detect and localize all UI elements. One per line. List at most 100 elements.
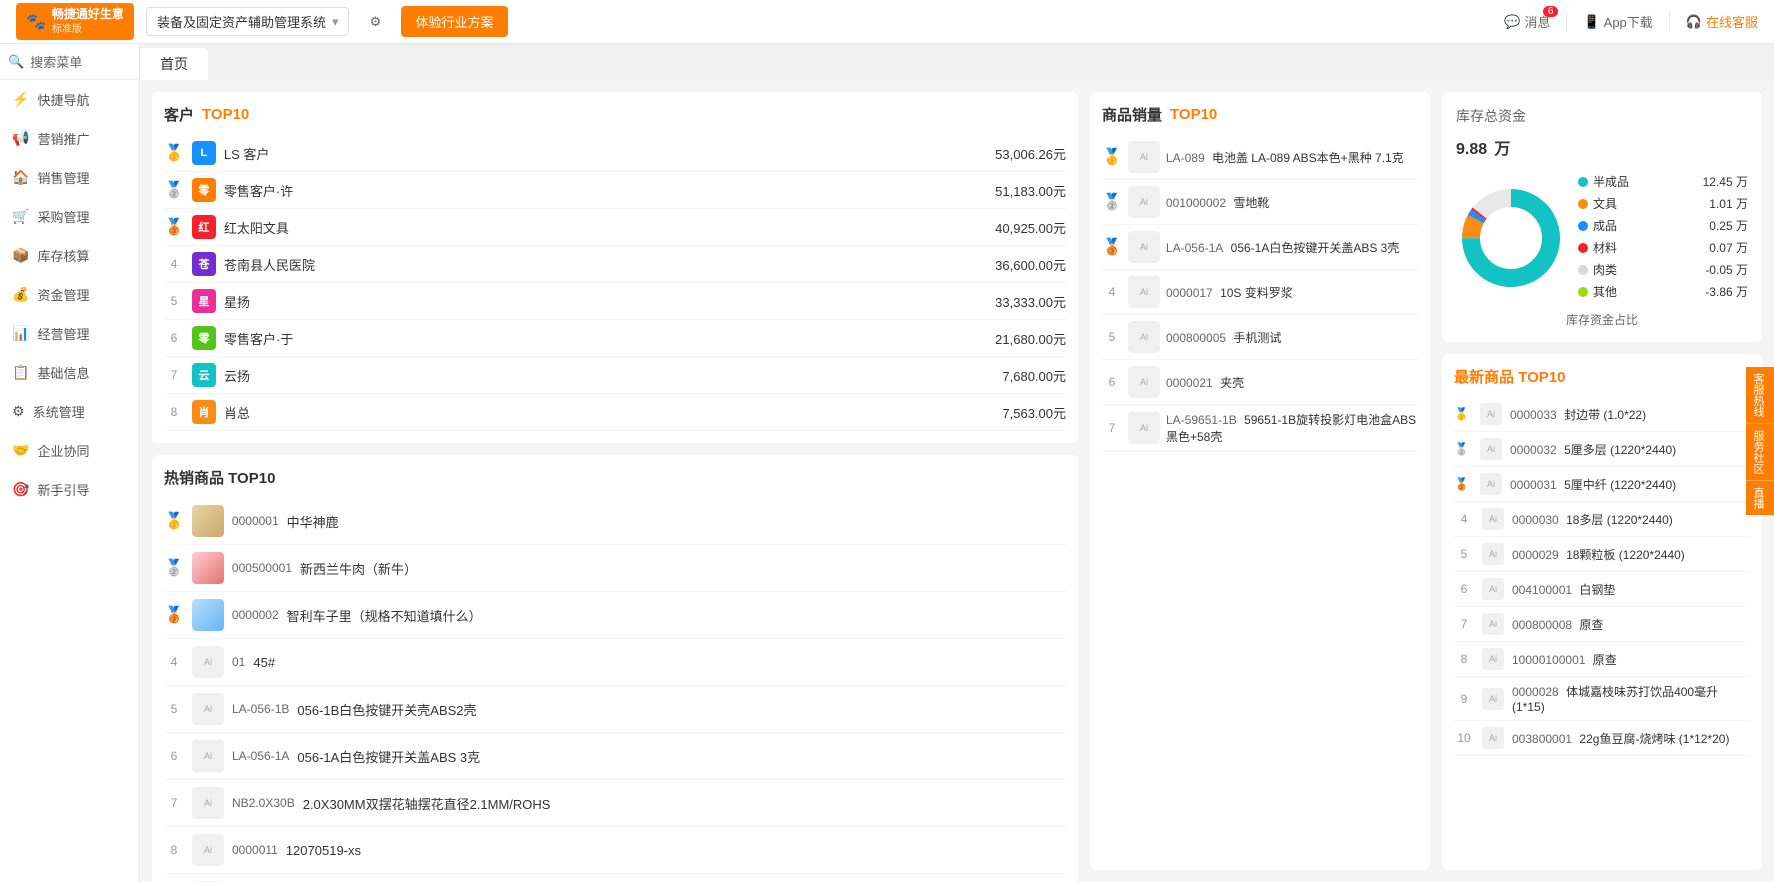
- list-item: 🥈 000500001 新西兰牛肉（新牛）: [164, 545, 1066, 592]
- legend-item: 半成品 12.45 万: [1578, 173, 1748, 190]
- tab-home[interactable]: 首页: [140, 48, 208, 80]
- product-icon: Ai: [1482, 508, 1504, 530]
- table-row: 🥇 Ai LA-089 电池盖 LA-089 ABS本色+黑种 7.1克: [1102, 135, 1418, 180]
- avatar: 肖: [192, 400, 216, 424]
- list-item: 10 Ai 003800001 22g鱼豆腐-烧烤味 (1*12*20): [1454, 721, 1750, 756]
- cs-hotline-button[interactable]: 客服热线: [1746, 367, 1774, 424]
- customer-ranking-card: 客户 TOP10 🥇 L LS 客户 53,006.26元: [152, 92, 1078, 443]
- table-row: 6 Ai 0000021 夹壳: [1102, 360, 1418, 405]
- medal-icon: 🥉: [1102, 237, 1122, 257]
- customer-amount: 7,563.00元: [1002, 403, 1066, 422]
- sidebar-item-purchase[interactable]: 🛒 采购管理: [0, 197, 139, 236]
- app-download-item[interactable]: 📱 App下载: [1583, 12, 1652, 31]
- online-service-item[interactable]: 🎧 在线客服: [1686, 12, 1758, 31]
- legend-dot: [1578, 243, 1588, 253]
- logo-text: 畅捷通好生意 标准版: [52, 7, 124, 36]
- sidebar-label-purchase: 采购管理: [37, 207, 89, 226]
- cs-community-button[interactable]: 服务社区: [1746, 424, 1774, 481]
- list-item: 6 Ai 004100001 白钢垫: [1454, 572, 1750, 607]
- list-item: 9 Ai KK-SD22110H 花语萌恒温分腿睡袋（厚款）: [164, 874, 1066, 882]
- sidebar-item-system[interactable]: ⚙ 系统管理: [0, 392, 139, 431]
- medal-icon: 🥉: [1454, 477, 1472, 491]
- table-row: 6 零 零售客户·于 21,680.00元: [164, 320, 1066, 357]
- cs-live-button[interactable]: 直播: [1746, 481, 1774, 515]
- product-icon: Ai: [1482, 648, 1504, 670]
- quick-nav-icon: ⚡: [12, 91, 29, 108]
- sidebar-item-guide[interactable]: 🎯 新手引导: [0, 470, 139, 509]
- customer-amount: 51,183.00元: [995, 181, 1066, 200]
- system-selector[interactable]: 装备及固定资产辅助管理系统 ▾: [146, 7, 350, 36]
- sidebar-item-cooperation[interactable]: 🤝 企业协同: [0, 431, 139, 470]
- avatar: 红: [192, 215, 216, 239]
- sidebar-label-guide: 新手引导: [37, 480, 89, 499]
- message-badge: 6: [1543, 6, 1559, 17]
- service-icon: 🎧: [1686, 14, 1702, 30]
- nav-tabs: 首页: [140, 44, 1774, 80]
- sidebar-item-marketing[interactable]: 📢 营销推广: [0, 119, 139, 158]
- list-item: 8 Ai 0000011 12070519-xs: [164, 827, 1066, 874]
- product-icon: Ai: [1480, 473, 1502, 495]
- sidebar-item-basic-info[interactable]: 📋 基础信息: [0, 353, 139, 392]
- chart-area: 半成品 12.45 万 文具 1.01 万 成品 0: [1456, 173, 1748, 305]
- list-item: 🥈 Ai 0000032 5厘多层 (1220*2440): [1454, 432, 1750, 467]
- product-image: Ai: [1128, 141, 1160, 173]
- logo-icon: 🐾: [26, 12, 46, 32]
- sidebar-item-operations[interactable]: 📊 经营管理: [0, 314, 139, 353]
- main-layout: 🔍 搜索菜单 ⚡ 快捷导航 📢 营销推广 🏠 销售管理 🛒 采购管理 📦 库存核…: [0, 44, 1774, 882]
- legend-item: 肉类 -0.05 万: [1578, 261, 1748, 278]
- avatar: 星: [192, 289, 216, 313]
- customer-amount: 33,333.00元: [995, 292, 1066, 311]
- product-image: Ai: [1128, 231, 1160, 263]
- medal-icon: 🥈: [164, 180, 184, 200]
- trial-button[interactable]: 体验行业方案: [401, 6, 507, 37]
- legend-item: 其他 -3.86 万: [1578, 283, 1748, 300]
- customer-name: 零售客户·许: [224, 181, 987, 200]
- inventory-icon: 📦: [12, 247, 29, 264]
- online-service-label: 在线客服: [1706, 12, 1758, 31]
- product-icon: Ai: [1482, 543, 1504, 565]
- product-icon: Ai: [1482, 727, 1504, 749]
- list-item: 6 Ai LA-056-1A 056-1A白色按键开关盖ABS 3克: [164, 733, 1066, 780]
- hot-products-card: 热销商品 TOP10 🥇 0000001 中华神鹿 🥈: [152, 455, 1078, 882]
- settings-icon[interactable]: ⚙: [361, 8, 389, 36]
- inventory-legend: 半成品 12.45 万 文具 1.01 万 成品 0: [1578, 173, 1748, 305]
- divider: [1566, 12, 1567, 32]
- medal-icon: 🥈: [1454, 442, 1472, 456]
- header-right: 💬 消息 6 📱 App下载 🎧 在线客服: [1504, 12, 1758, 32]
- list-item: 🥇 0000001 中华神鹿: [164, 498, 1066, 545]
- donut-chart: [1456, 183, 1566, 296]
- table-row: 🥈 零 零售客户·许 51,183.00元: [164, 172, 1066, 209]
- list-item: 8 Ai 10000100001 原查: [1454, 642, 1750, 677]
- medal-icon: 🥉: [164, 605, 184, 625]
- customer-name: 肖总: [224, 403, 994, 422]
- sidebar-label-basic-info: 基础信息: [37, 363, 89, 382]
- search-menu-label: 搜索菜单: [30, 52, 82, 71]
- table-row: 🥉 红 红太阳文具 40,925.00元: [164, 209, 1066, 246]
- list-item: 4 Ai 01 45#: [164, 639, 1066, 686]
- product-image: Ai: [192, 740, 224, 772]
- sidebar-item-quick-nav[interactable]: ⚡ 快捷导航: [0, 80, 139, 119]
- sidebar-item-sales[interactable]: 🏠 销售管理: [0, 158, 139, 197]
- page-body: 客户 TOP10 🥇 L LS 客户 53,006.26元: [140, 80, 1774, 882]
- message-item[interactable]: 💬 消息 6: [1504, 12, 1550, 31]
- customer-amount: 40,925.00元: [995, 218, 1066, 237]
- sidebar-item-inventory[interactable]: 📦 库存核算: [0, 236, 139, 275]
- table-row: 4 苍 苍南县人民医院 36,600.00元: [164, 246, 1066, 283]
- product-icon: Ai: [1482, 688, 1504, 710]
- table-row: 4 Ai 0000017 10S 变料罗浆: [1102, 270, 1418, 315]
- inventory-card: 库存总资金 9.88 万: [1442, 92, 1762, 342]
- chevron-down-icon: ▾: [332, 14, 339, 30]
- legend-dot: [1578, 199, 1588, 209]
- product-image: Ai: [192, 787, 224, 819]
- legend-dot: [1578, 287, 1588, 297]
- sidebar-item-finance[interactable]: 💰 资金管理: [0, 275, 139, 314]
- avatar: 零: [192, 178, 216, 202]
- search-menu[interactable]: 🔍 搜索菜单: [0, 44, 139, 80]
- customer-ranking-title: 客户 TOP10: [164, 104, 1066, 125]
- content-area: 首页 客户 TOP10 🥇 L LS 客户: [140, 44, 1774, 882]
- basic-info-icon: 📋: [12, 364, 29, 381]
- legend-item: 成品 0.25 万: [1578, 217, 1748, 234]
- customer-name: 云扬: [224, 366, 994, 385]
- product-image: [192, 505, 224, 537]
- table-row: 🥇 L LS 客户 53,006.26元: [164, 135, 1066, 172]
